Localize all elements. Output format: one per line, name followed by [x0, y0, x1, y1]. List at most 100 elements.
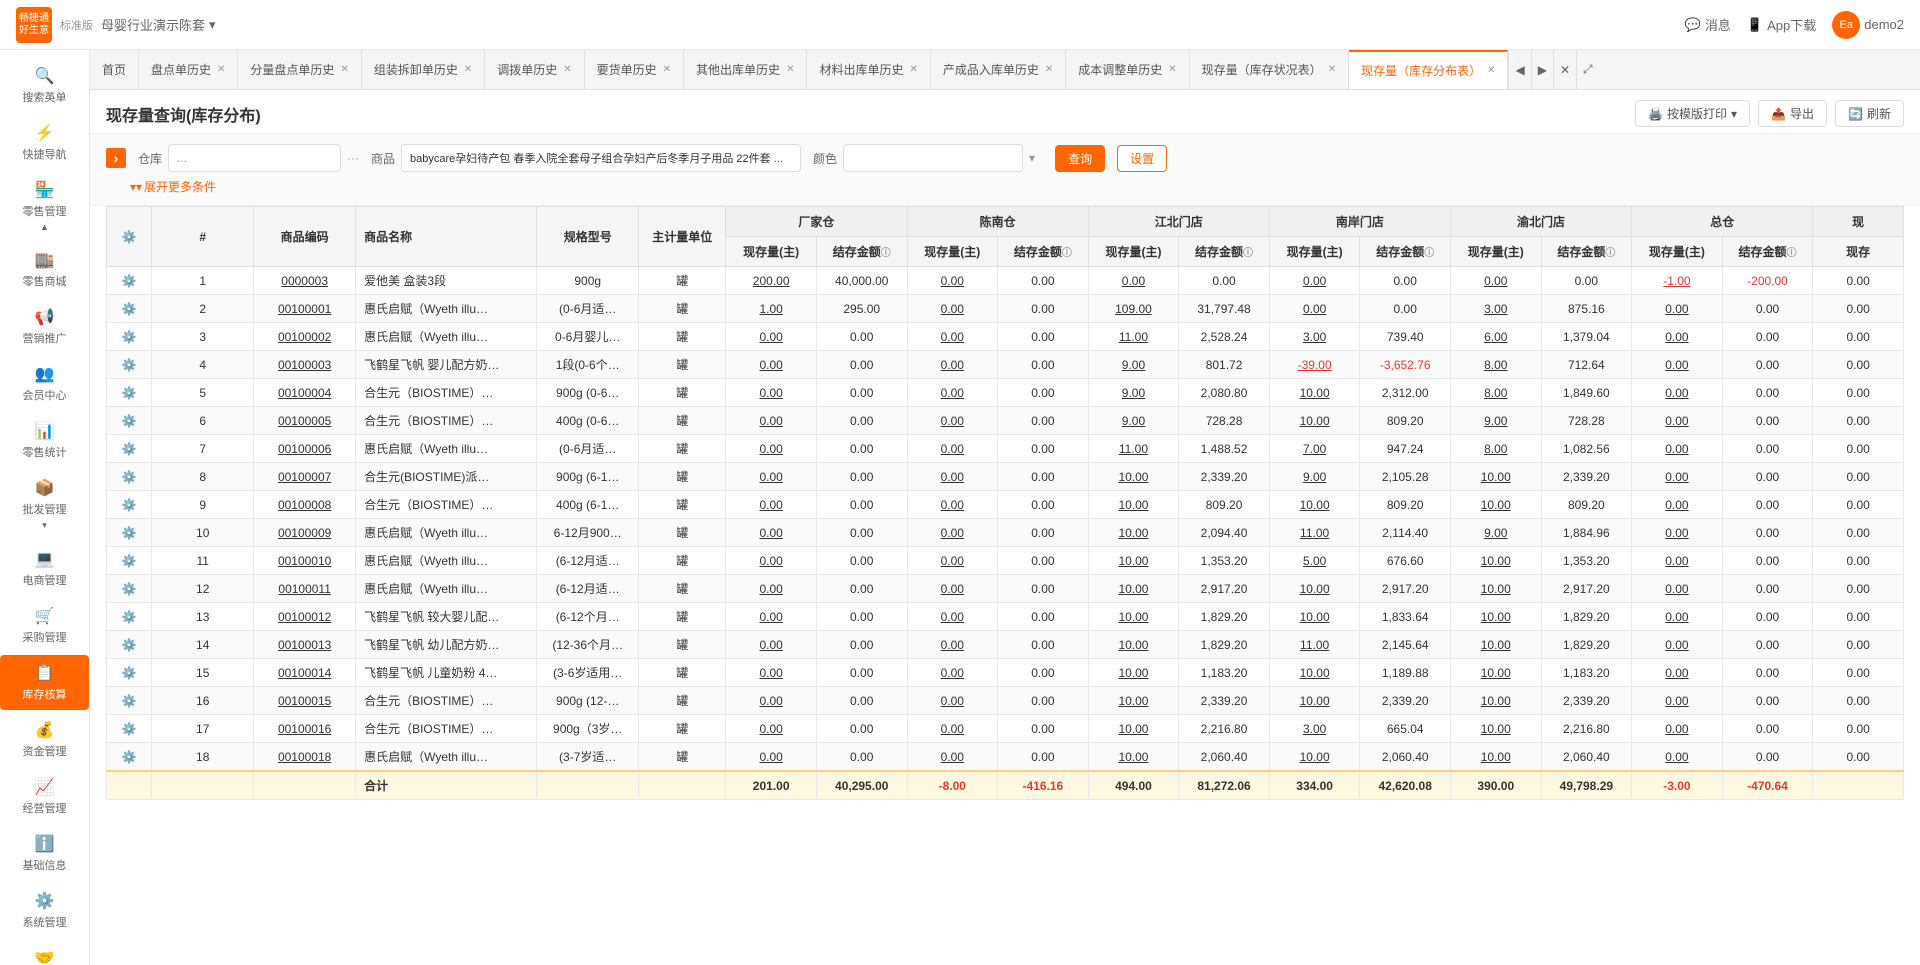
tab-home[interactable]: 首页 [90, 50, 139, 90]
tab-stock-status[interactable]: 现存量（库存状况表） ✕ [1190, 50, 1349, 90]
sidebar-item-retail-mall[interactable]: 🏬 零售商城 [0, 242, 89, 297]
cell-factory-stock[interactable]: 0.00 [726, 407, 817, 435]
cell-settings[interactable]: ⚙️ [107, 687, 152, 715]
tab-close-stock-status[interactable]: ✕ [1328, 64, 1336, 75]
cell-code[interactable]: 00100016 [254, 715, 356, 743]
setting-btn[interactable]: 设置 [1117, 145, 1167, 172]
cell-total-stock[interactable]: 0.00 [1632, 547, 1723, 575]
cell-settings[interactable]: ⚙️ [107, 575, 152, 603]
sidebar-item-ecom[interactable]: 💻 电商管理 [0, 541, 89, 596]
cell-chennan-stock[interactable]: 0.00 [907, 575, 998, 603]
cell-yubei-stock[interactable]: 3.00 [1450, 295, 1541, 323]
cell-settings[interactable]: ⚙️ [107, 715, 152, 743]
cell-nanan-stock[interactable]: 0.00 [1269, 295, 1360, 323]
cell-jiangbei-stock[interactable]: 9.00 [1088, 379, 1179, 407]
cell-settings[interactable]: ⚙️ [107, 491, 152, 519]
color-dropdown-icon[interactable]: ▾ [1029, 151, 1035, 165]
cell-jiangbei-stock[interactable]: 10.00 [1088, 519, 1179, 547]
tab-close-request[interactable]: ✕ [663, 64, 671, 75]
cell-yubei-stock[interactable]: 10.00 [1450, 743, 1541, 772]
cell-nanan-stock[interactable]: 5.00 [1269, 547, 1360, 575]
tab-expand-btn[interactable]: ⤢ [1576, 50, 1599, 90]
tab-close-all-btn[interactable]: ✕ [1553, 50, 1576, 90]
cell-jiangbei-stock[interactable]: 9.00 [1088, 407, 1179, 435]
cell-settings[interactable]: ⚙️ [107, 435, 152, 463]
cell-chennan-stock[interactable]: 0.00 [907, 659, 998, 687]
cell-yubei-stock[interactable]: 9.00 [1450, 407, 1541, 435]
user-area[interactable]: Ea demo2 [1832, 11, 1904, 39]
cell-factory-stock[interactable]: 0.00 [726, 547, 817, 575]
sidebar-item-sys-mgmt[interactable]: ⚙️ 系统管理 [0, 883, 89, 938]
cell-chennan-stock[interactable]: 0.00 [907, 379, 998, 407]
cell-code[interactable]: 00100013 [254, 631, 356, 659]
cell-chennan-stock[interactable]: 0.00 [907, 435, 998, 463]
tab-close-portion[interactable]: ✕ [340, 64, 348, 75]
collapse-btn[interactable]: › [106, 148, 126, 168]
cell-jiangbei-stock[interactable]: 109.00 [1088, 295, 1179, 323]
cell-factory-stock[interactable]: 200.00 [726, 267, 817, 295]
cell-factory-stock[interactable]: 0.00 [726, 379, 817, 407]
goods-input[interactable] [401, 144, 801, 172]
sidebar-item-marketing[interactable]: 📢 营销推广 [0, 299, 89, 354]
cell-total-stock[interactable]: 0.00 [1632, 715, 1723, 743]
cell-total-stock[interactable]: 0.00 [1632, 379, 1723, 407]
cell-factory-stock[interactable]: 0.00 [726, 687, 817, 715]
cell-total-stock[interactable]: 0.00 [1632, 491, 1723, 519]
cell-chennan-stock[interactable]: 0.00 [907, 547, 998, 575]
cell-yubei-stock[interactable]: 10.00 [1450, 575, 1541, 603]
cell-code[interactable]: 00100001 [254, 295, 356, 323]
cell-code[interactable]: 00100004 [254, 379, 356, 407]
cell-nanan-stock[interactable]: 11.00 [1269, 631, 1360, 659]
cell-code[interactable]: 00100011 [254, 575, 356, 603]
cell-jiangbei-stock[interactable]: 10.00 [1088, 547, 1179, 575]
cell-yubei-stock[interactable]: 10.00 [1450, 631, 1541, 659]
cell-total-stock[interactable]: 0.00 [1632, 687, 1723, 715]
print-btn[interactable]: 🖨️ 按模版打印 ▾ [1635, 100, 1750, 127]
cell-yubei-stock[interactable]: 9.00 [1450, 519, 1541, 547]
sidebar-item-retail-stats[interactable]: 📊 零售统计 [0, 413, 89, 468]
sidebar-item-search[interactable]: 🔍 搜索英单 [0, 58, 89, 113]
cell-chennan-stock[interactable]: 0.00 [907, 491, 998, 519]
sidebar-item-member[interactable]: 👥 会员中心 [0, 356, 89, 411]
cell-factory-stock[interactable]: 0.00 [726, 491, 817, 519]
cell-settings[interactable]: ⚙️ [107, 519, 152, 547]
tab-product-in-history[interactable]: 产成品入库单历史 ✕ [931, 50, 1066, 90]
cell-settings[interactable]: ⚙️ [107, 323, 152, 351]
cell-jiangbei-stock[interactable]: 10.00 [1088, 659, 1179, 687]
cell-code[interactable]: 00100010 [254, 547, 356, 575]
cell-total-stock[interactable]: 0.00 [1632, 351, 1723, 379]
cell-nanan-stock[interactable]: 10.00 [1269, 603, 1360, 631]
cell-chennan-stock[interactable]: 0.00 [907, 351, 998, 379]
cell-code[interactable]: 00100015 [254, 687, 356, 715]
cell-nanan-stock[interactable]: 10.00 [1269, 379, 1360, 407]
cell-chennan-stock[interactable]: 0.00 [907, 295, 998, 323]
cell-nanan-stock[interactable]: 3.00 [1269, 715, 1360, 743]
cell-code[interactable]: 0000003 [254, 267, 356, 295]
cell-jiangbei-stock[interactable]: 10.00 [1088, 687, 1179, 715]
message-btn[interactable]: 💬 消息 [1685, 15, 1731, 34]
cell-total-stock[interactable]: -1.00 [1632, 267, 1723, 295]
cell-nanan-stock[interactable]: 10.00 [1269, 659, 1360, 687]
tab-cost-adj-history[interactable]: 成本调整单历史 ✕ [1066, 50, 1189, 90]
cell-factory-stock[interactable]: 1.00 [726, 295, 817, 323]
cell-chennan-stock[interactable]: 0.00 [907, 267, 998, 295]
tab-prev-btn[interactable]: ◀ [1508, 50, 1530, 90]
cell-total-stock[interactable]: 0.00 [1632, 575, 1723, 603]
cell-total-stock[interactable]: 0.00 [1632, 407, 1723, 435]
cell-settings[interactable]: ⚙️ [107, 547, 152, 575]
refresh-btn[interactable]: 🔄 刷新 [1835, 100, 1904, 127]
cell-chennan-stock[interactable]: 0.00 [907, 743, 998, 772]
cell-jiangbei-stock[interactable]: 10.00 [1088, 743, 1179, 772]
cell-code[interactable]: 00100012 [254, 603, 356, 631]
warehouse-input[interactable] [168, 144, 341, 172]
tab-close-material-out[interactable]: ✕ [909, 64, 917, 75]
cell-total-stock[interactable]: 0.00 [1632, 463, 1723, 491]
cell-yubei-stock[interactable]: 10.00 [1450, 603, 1541, 631]
sidebar-item-retail-mgmt[interactable]: 🏪 零售管理 ▲ [0, 172, 89, 240]
sidebar-item-finance[interactable]: 💰 资金管理 [0, 712, 89, 767]
cell-factory-stock[interactable]: 0.00 [726, 743, 817, 772]
cell-settings[interactable]: ⚙️ [107, 631, 152, 659]
cell-nanan-stock[interactable]: 10.00 [1269, 407, 1360, 435]
cell-settings[interactable]: ⚙️ [107, 407, 152, 435]
cell-nanan-stock[interactable]: 0.00 [1269, 267, 1360, 295]
